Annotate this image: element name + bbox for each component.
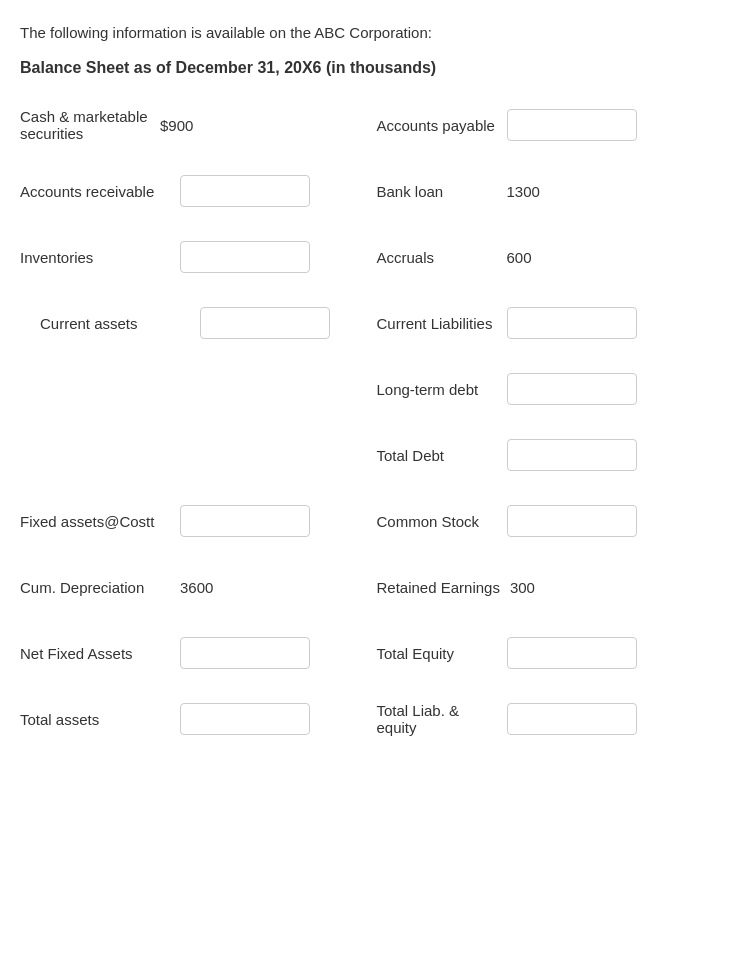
right-total-liab-equity: Total Liab. & equity — [377, 702, 734, 736]
right-accruals: Accruals 600 — [377, 249, 734, 266]
accruals-value: 600 — [507, 249, 557, 266]
row-inventories: Inventories Accruals 600 — [20, 233, 733, 281]
left-cash: Cash & marketable securities $900 — [20, 108, 377, 142]
row-total-assets: Total assets Total Liab. & equity — [20, 695, 733, 743]
right-long-term-debt: Long-term debt — [377, 373, 734, 405]
left-cum-depreciation: Cum. Depreciation 3600 — [20, 579, 377, 596]
balance-sheet: Cash & marketable securities $900 Accoun… — [20, 101, 733, 743]
common-stock-input[interactable] — [507, 505, 637, 537]
inventories-input[interactable] — [180, 241, 310, 273]
accounts-payable-input[interactable] — [507, 109, 637, 141]
total-debt-input[interactable] — [507, 439, 637, 471]
cash-value: $900 — [160, 117, 210, 134]
current-assets-input[interactable] — [200, 307, 330, 339]
total-assets-label: Total assets — [20, 711, 170, 728]
row-current-assets: Current assets Current Liabilities — [20, 299, 733, 347]
accruals-label: Accruals — [377, 249, 497, 266]
total-debt-label: Total Debt — [377, 447, 497, 464]
accounts-receivable-label: Accounts receivable — [20, 183, 170, 200]
row-fixed-assets: Fixed assets@Costt Common Stock — [20, 497, 733, 545]
row-net-fixed-assets: Net Fixed Assets Total Equity — [20, 629, 733, 677]
retained-earnings-label: Retained Earnings — [377, 579, 500, 596]
cum-depreciation-value: 3600 — [180, 579, 230, 596]
retained-earnings-value: 300 — [510, 579, 560, 596]
intro-text: The following information is available o… — [20, 24, 733, 41]
bank-loan-label: Bank loan — [377, 183, 497, 200]
cash-label: Cash & marketable securities — [20, 108, 150, 142]
right-total-debt: Total Debt — [377, 439, 734, 471]
total-equity-label: Total Equity — [377, 645, 497, 662]
inventories-label: Inventories — [20, 249, 170, 266]
left-net-fixed-assets: Net Fixed Assets — [20, 637, 377, 669]
net-fixed-assets-input[interactable] — [180, 637, 310, 669]
row-cum-depreciation: Cum. Depreciation 3600 Retained Earnings… — [20, 563, 733, 611]
right-accounts-payable: Accounts payable — [377, 109, 734, 141]
row-cash: Cash & marketable securities $900 Accoun… — [20, 101, 733, 149]
current-liabilities-label: Current Liabilities — [377, 315, 497, 332]
bank-loan-value: 1300 — [507, 183, 557, 200]
accounts-payable-label: Accounts payable — [377, 117, 497, 134]
row-total-debt: Total Debt — [20, 431, 733, 479]
net-fixed-assets-label: Net Fixed Assets — [20, 645, 170, 662]
left-total-assets: Total assets — [20, 703, 377, 735]
right-current-liabilities: Current Liabilities — [377, 307, 734, 339]
current-assets-label: Current assets — [40, 315, 190, 332]
section-title: Balance Sheet as of December 31, 20X6 (i… — [20, 59, 733, 77]
left-accounts-receivable: Accounts receivable — [20, 175, 377, 207]
right-common-stock: Common Stock — [377, 505, 734, 537]
left-inventories: Inventories — [20, 241, 377, 273]
fixed-assets-input[interactable] — [180, 505, 310, 537]
row-long-term-debt: Long-term debt — [20, 365, 733, 413]
total-liab-equity-input[interactable] — [507, 703, 637, 735]
left-fixed-assets: Fixed assets@Costt — [20, 505, 377, 537]
common-stock-label: Common Stock — [377, 513, 497, 530]
accounts-receivable-input[interactable] — [180, 175, 310, 207]
total-equity-input[interactable] — [507, 637, 637, 669]
total-assets-input[interactable] — [180, 703, 310, 735]
left-current-assets: Current assets — [20, 307, 377, 339]
right-bank-loan: Bank loan 1300 — [377, 183, 734, 200]
current-liabilities-input[interactable] — [507, 307, 637, 339]
right-retained-earnings: Retained Earnings 300 — [377, 579, 734, 596]
total-liab-equity-label: Total Liab. & equity — [377, 702, 497, 736]
right-total-equity: Total Equity — [377, 637, 734, 669]
row-accounts-receivable: Accounts receivable Bank loan 1300 — [20, 167, 733, 215]
long-term-debt-input[interactable] — [507, 373, 637, 405]
fixed-assets-label: Fixed assets@Costt — [20, 513, 170, 530]
cum-depreciation-label: Cum. Depreciation — [20, 579, 170, 596]
long-term-debt-label: Long-term debt — [377, 381, 497, 398]
